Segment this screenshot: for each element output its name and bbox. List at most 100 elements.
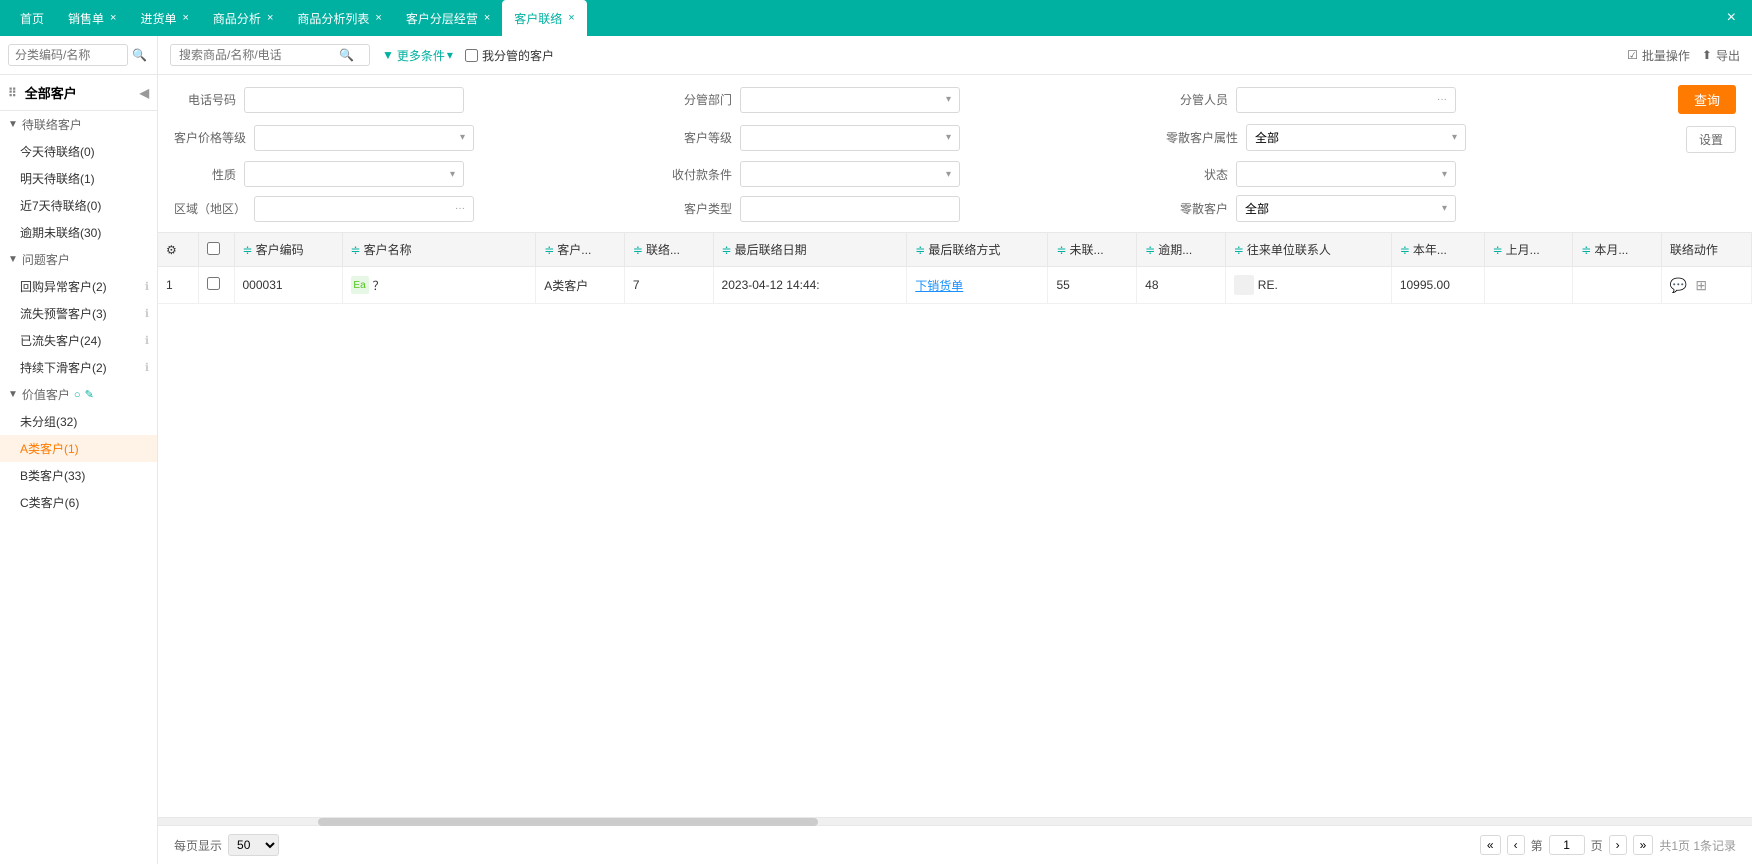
my-customers-checkbox[interactable] [465, 49, 478, 62]
col-resize-name[interactable] [531, 233, 535, 266]
nav-tab-customer-tier[interactable]: 客户分层经营 × [394, 0, 502, 36]
retail-select[interactable]: 全部 ▾ [1236, 195, 1456, 222]
next-page-btn[interactable]: › [1609, 835, 1627, 855]
query-button[interactable]: 查询 [1678, 85, 1736, 114]
close-customer-tier-tab[interactable]: × [484, 12, 490, 24]
col-resize-contact2[interactable] [1387, 233, 1391, 266]
setting-button[interactable]: 设置 [1686, 126, 1736, 153]
sort-contact-icon[interactable]: ≑ [633, 243, 643, 257]
filter-my-customers[interactable]: 我分管的客户 [465, 47, 554, 64]
sidebar-item-today[interactable]: 今天待联络(0) [0, 138, 157, 165]
col-resize-code[interactable] [338, 233, 342, 266]
status-select[interactable]: ▾ [1236, 161, 1456, 187]
add-group-icon[interactable]: ○ [74, 389, 81, 401]
prev-page-btn[interactable]: ‹ [1507, 835, 1525, 855]
close-purchase-tab[interactable]: × [182, 12, 188, 24]
sidebar-item-tomorrow[interactable]: 明天待联络(1) [0, 165, 157, 192]
section-pending-contact[interactable]: ▼ 待联络客户 [0, 111, 157, 138]
sidebar-search-icon[interactable]: 🔍 [132, 48, 147, 62]
export-button[interactable]: ⬆ 导出 [1702, 47, 1740, 64]
nav-tab-analysis[interactable]: 商品分析 × [201, 0, 285, 36]
retail-attr-select[interactable]: 全部 ▾ [1246, 124, 1466, 151]
sidebar-item-class-a[interactable]: A类客户(1) [0, 435, 157, 462]
select-all-checkbox[interactable] [207, 242, 220, 255]
filter-row-3: 性质 ▾ 收付款条件 ▾ 状态 [174, 161, 1736, 187]
close-analysis-list-tab[interactable]: × [375, 12, 381, 24]
sort-this-year-icon[interactable]: ≑ [1400, 243, 1410, 257]
close-customer-contact-tab[interactable]: × [568, 12, 574, 24]
nav-tab-customer-contact[interactable]: 客户联络 × [502, 0, 586, 36]
col-settings[interactable]: ⚙ [158, 233, 198, 267]
person-select[interactable]: ··· [1236, 87, 1456, 113]
sidebar-search-input[interactable] [8, 44, 128, 66]
col-resize-last-method[interactable] [1043, 233, 1047, 266]
nature-select[interactable]: ▾ [244, 161, 464, 187]
close-analysis-tab[interactable]: × [267, 12, 273, 24]
per-page-select[interactable]: 50 100 200 [228, 834, 279, 856]
row-checkbox-cell[interactable] [198, 267, 234, 304]
qr-action-icon[interactable]: ⊞ [1695, 277, 1707, 294]
sort-last-date-icon[interactable]: ≑ [722, 243, 732, 257]
col-resize-this-month[interactable] [1657, 233, 1661, 266]
status-arrow: ▾ [1442, 169, 1447, 180]
scroll-thumb[interactable] [318, 818, 818, 826]
nav-tab-sales[interactable]: 销售单 × [56, 0, 128, 36]
sidebar-item-repurchase-abnormal[interactable]: 回购异常客户(2) ℹ [0, 273, 157, 300]
chat-action-icon[interactable]: 💬 [1670, 277, 1687, 294]
sort-contact2-icon[interactable]: ≑ [1234, 243, 1244, 257]
sort-no-contact-icon[interactable]: ≑ [1056, 243, 1066, 257]
sidebar-collapse-icon[interactable]: ◀ [140, 86, 149, 100]
col-resize-no-contact[interactable] [1132, 233, 1136, 266]
sort-overdue-icon[interactable]: ≑ [1145, 243, 1155, 257]
phone-input[interactable] [244, 87, 464, 113]
sort-name-icon[interactable]: ≑ [351, 243, 361, 257]
col-resize-last-month[interactable] [1568, 233, 1572, 266]
nav-tab-analysis-list[interactable]: 商品分析列表 × [285, 0, 393, 36]
sidebar-item-churn-warning[interactable]: 流失预警客户(3) ℹ [0, 300, 157, 327]
sidebar-item-class-b[interactable]: B类客户(33) [0, 462, 157, 489]
sort-last-method-icon[interactable]: ≑ [915, 243, 925, 257]
col-resize-this-year[interactable] [1480, 233, 1484, 266]
section-problem-customers[interactable]: ▼ 问题客户 [0, 246, 157, 273]
col-resize-overdue[interactable] [1221, 233, 1225, 266]
region-select[interactable]: ··· [254, 196, 474, 222]
row-checkbox[interactable] [207, 277, 220, 290]
price-level-select[interactable]: ▾ [254, 125, 474, 151]
col-checkbox[interactable] [198, 233, 234, 267]
col-resize-type[interactable] [620, 233, 624, 266]
section-value-customers[interactable]: ▼ 价值客户 ○ ✎ [0, 381, 157, 408]
sidebar-item-7days[interactable]: 近7天待联络(0) [0, 192, 157, 219]
first-page-btn[interactable]: « [1480, 835, 1501, 855]
settings-icon[interactable]: ⚙ [166, 243, 177, 257]
nav-tab-purchase[interactable]: 进货单 × [128, 0, 200, 36]
col-resize-contact[interactable] [709, 233, 713, 266]
close-sales-tab[interactable]: × [110, 12, 116, 24]
dept-select[interactable]: ▾ [740, 87, 960, 113]
page-number-input[interactable] [1549, 835, 1585, 855]
filter-search-input[interactable] [179, 48, 339, 62]
customer-level-select[interactable]: ▾ [740, 125, 960, 151]
sidebar-item-unclassified[interactable]: 未分组(32) [0, 408, 157, 435]
sort-this-month-icon[interactable]: ≑ [1581, 243, 1591, 257]
edit-group-icon[interactable]: ✎ [85, 388, 94, 401]
customer-type-input[interactable] [740, 196, 960, 222]
nav-home[interactable]: 首页 [8, 0, 56, 36]
sort-code-icon[interactable]: ≑ [243, 243, 253, 257]
last-method-link[interactable]: 下销货单 [915, 279, 963, 293]
sort-last-month-icon[interactable]: ≑ [1493, 243, 1503, 257]
payment-select[interactable]: ▾ [740, 161, 960, 187]
filter-more-conditions[interactable]: ▼ 更多条件 ▾ [382, 47, 453, 64]
sidebar-item-churned[interactable]: 已流失客户(24) ℹ [0, 327, 157, 354]
filter-search-icon: 🔍 [339, 48, 354, 62]
col-resize-last-date[interactable] [902, 233, 906, 266]
sidebar-item-overdue[interactable]: 逾期未联络(30) [0, 219, 157, 246]
filter-search-box[interactable]: 🔍 [170, 44, 370, 66]
batch-operation-button[interactable]: ☑ 批量操作 [1627, 47, 1690, 64]
sort-type-icon[interactable]: ≑ [544, 243, 554, 257]
last-page-btn[interactable]: » [1633, 835, 1654, 855]
sidebar-item-declining[interactable]: 持续下滑客户(2) ℹ [0, 354, 157, 381]
window-close-button[interactable]: × [1719, 9, 1744, 27]
sidebar-item-class-c[interactable]: C类客户(6) [0, 489, 157, 516]
horizontal-scrollbar[interactable] [158, 817, 1752, 825]
row-last-date: 2023-04-12 14:44: [713, 267, 907, 304]
